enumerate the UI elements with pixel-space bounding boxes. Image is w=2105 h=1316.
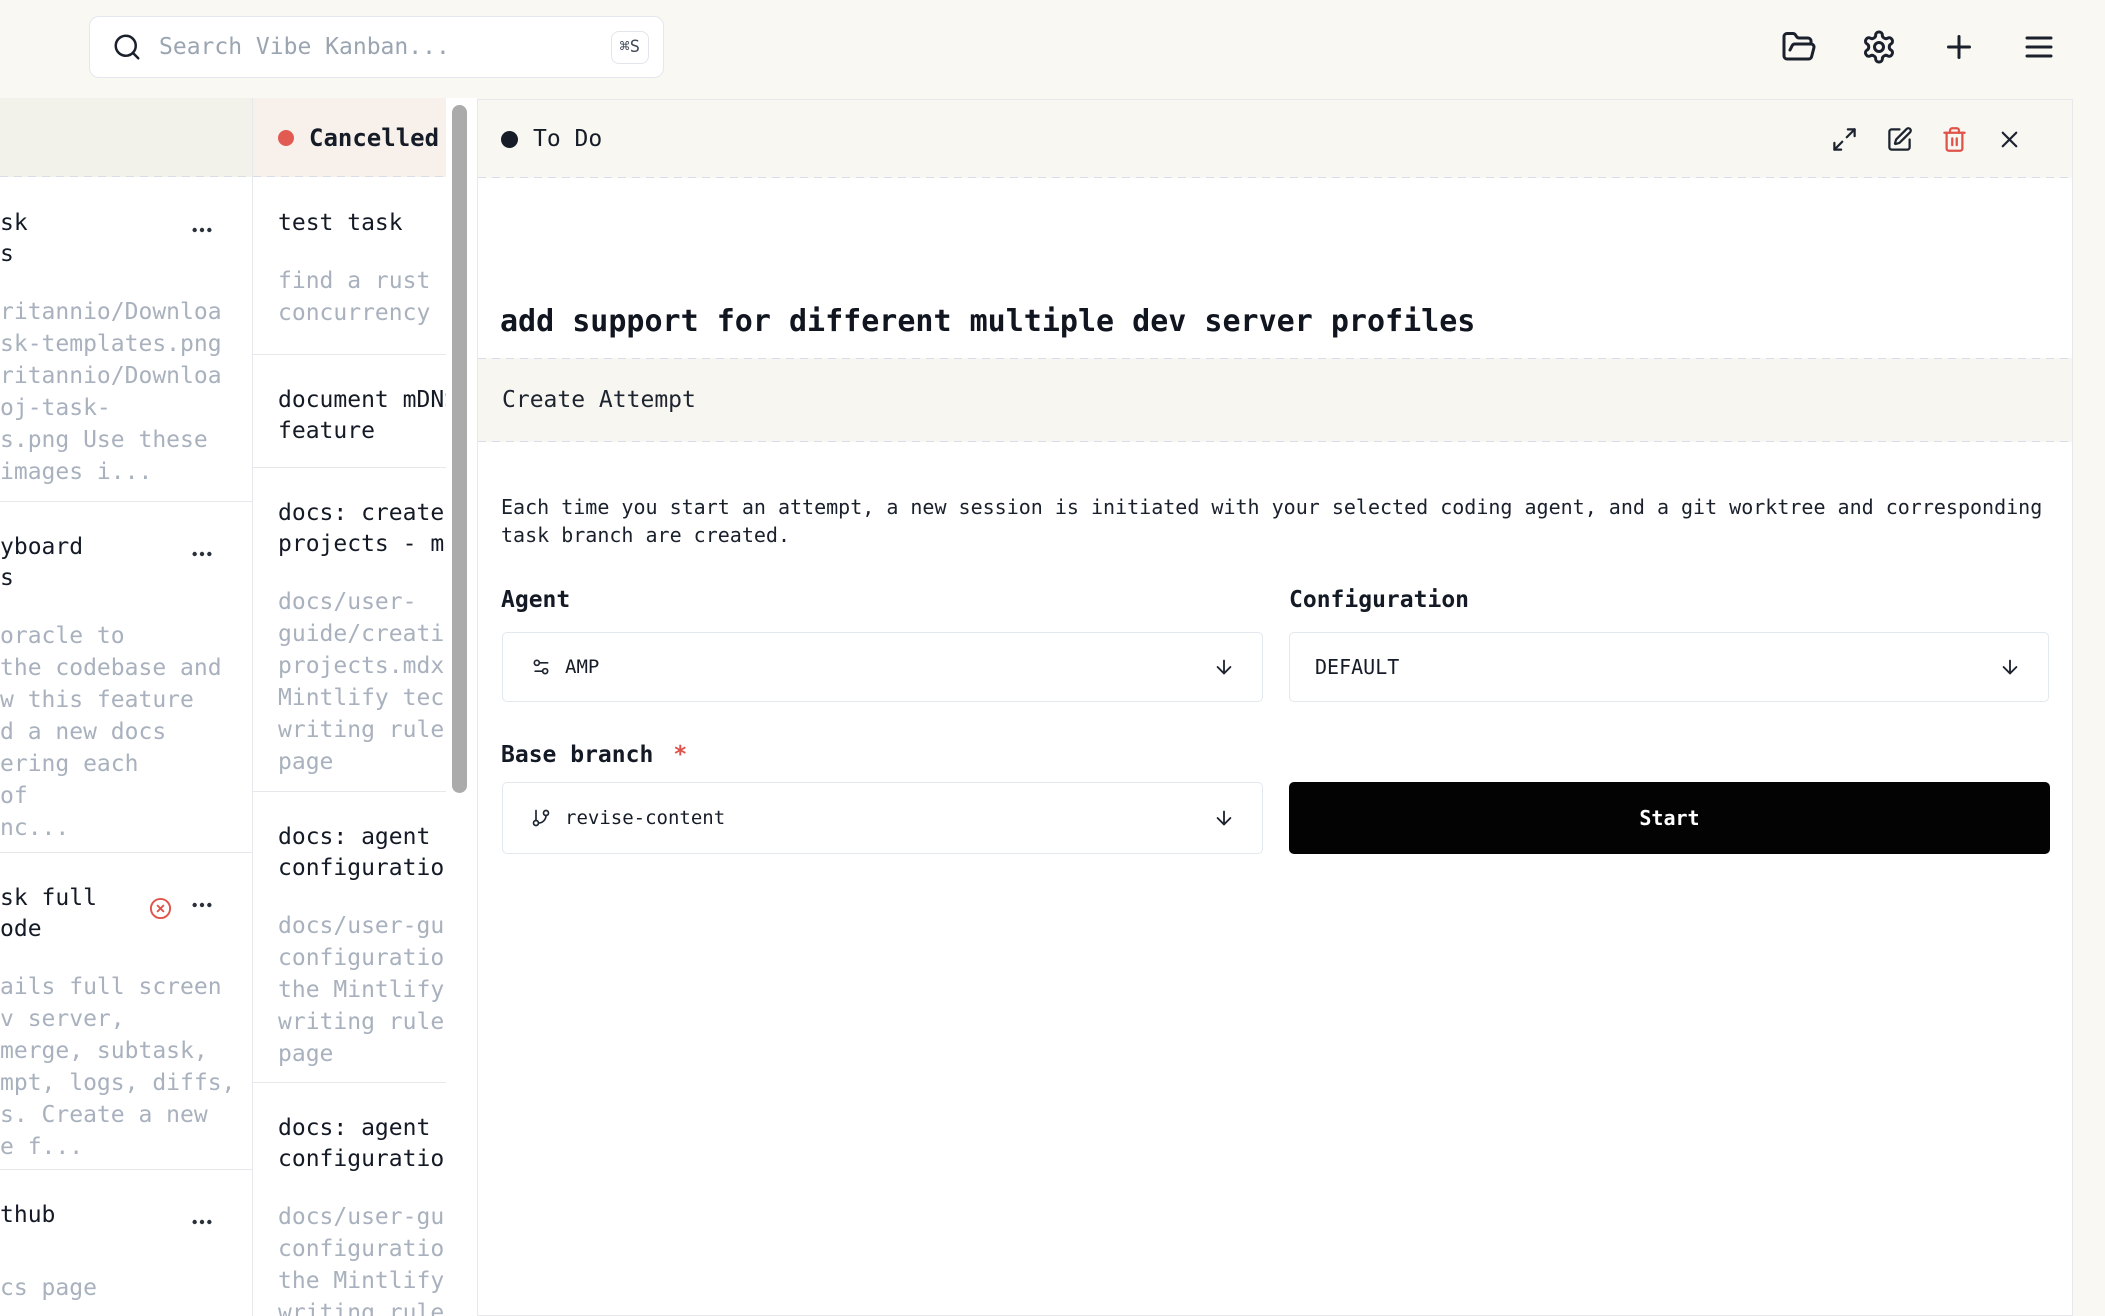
configuration-select[interactable]: DEFAULT (1289, 632, 2049, 702)
sliders-icon (533, 659, 549, 675)
more-menu-icon[interactable] (191, 901, 213, 909)
search-box[interactable]: ⌘S (89, 16, 664, 78)
task-card-title: thub (0, 1202, 56, 1228)
task-card[interactable]: document mDNS feature (253, 355, 446, 468)
task-card-description: docs/user-gu configuration the Mintlify … (278, 913, 446, 1067)
expand-icon[interactable] (1831, 126, 1858, 153)
task-card[interactable]: thub cs page (0, 1170, 252, 1316)
configuration-label: Configuration (1289, 587, 1470, 613)
task-card[interactable]: sk full ode ails full screen v server, m… (0, 853, 252, 1170)
arrow-down-icon (1216, 659, 1232, 675)
task-card-description: find a rust fi concurrency (278, 268, 446, 326)
task-card-title: docs: create projects - m (278, 500, 445, 557)
topbar-actions (1781, 29, 2057, 65)
task-card[interactable]: test task find a rust fi concurrency (253, 178, 446, 355)
board-scrollbar[interactable] (452, 105, 467, 793)
task-card-description: cs page (0, 1275, 97, 1301)
agent-value: AMP (565, 656, 600, 678)
task-card[interactable]: docs: create projects - m docs/user- gui… (253, 468, 446, 792)
kanban-column-cancelled: Cancelled test task find a rust fi concu… (253, 98, 446, 1316)
divider (478, 441, 2072, 442)
task-title: add support for different multiple dev s… (500, 304, 1476, 339)
task-detail-actions (1831, 100, 2023, 178)
column-header-cancelled: Cancelled (253, 98, 446, 177)
task-card[interactable]: docs: agent configuration docs/user-gu c… (253, 1083, 446, 1316)
task-card-title: sk s (0, 210, 28, 267)
git-branch-icon (532, 809, 550, 827)
task-card[interactable]: docs: agent configuration docs/user-gu c… (253, 792, 446, 1083)
create-attempt-section-header: Create Attempt (478, 358, 2072, 442)
agent-select[interactable]: AMP (502, 632, 1263, 702)
folder-open-icon[interactable] (1781, 29, 1817, 65)
required-asterisk: * (673, 742, 688, 768)
task-card-title: docs: agent configuration (278, 824, 446, 881)
trash-icon[interactable] (1941, 126, 1968, 153)
divider (478, 358, 2072, 359)
task-card-title: document mDNS feature (278, 387, 446, 444)
more-menu-icon[interactable] (191, 1218, 213, 1226)
task-detail-header: To Do (478, 100, 2072, 178)
cancelled-dot-icon (278, 129, 294, 146)
menu-icon[interactable] (2021, 29, 2057, 65)
task-card-description: ritannio/Downloa sk-templates.png ritann… (0, 299, 222, 485)
search-shortcut-badge: ⌘S (610, 30, 649, 64)
column-title: Cancelled (309, 123, 440, 152)
configuration-value: DEFAULT (1315, 655, 1400, 679)
edit-icon[interactable] (1886, 126, 1913, 153)
arrow-down-icon (2002, 659, 2018, 675)
task-detail-panel: To Do add support for different multiple… (477, 99, 2073, 1316)
kanban-column-left: sk s ritannio/Downloa sk-templates.png r… (0, 98, 252, 1316)
task-card-description: docs/user- guide/creati projects.mdx Min… (278, 589, 445, 775)
task-card-title: docs: agent configuration (278, 1115, 446, 1172)
settings-gear-icon[interactable] (1861, 29, 1897, 65)
task-card-description: ails full screen v server, merge, subtas… (0, 974, 236, 1160)
column-header-left (0, 98, 252, 177)
arrow-down-icon (1216, 810, 1232, 826)
section-title: Create Attempt (502, 387, 696, 413)
search-input[interactable] (159, 34, 611, 60)
base-branch-label: Base branch * (501, 742, 688, 768)
task-card[interactable]: yboard s oracle to the codebase and w th… (0, 502, 252, 853)
plus-icon[interactable] (1941, 29, 1977, 65)
task-card[interactable]: sk s ritannio/Downloa sk-templates.png r… (0, 178, 252, 502)
task-card-title: sk full ode (0, 885, 97, 942)
search-icon (114, 34, 140, 60)
agent-label: Agent (501, 587, 571, 613)
base-branch-select[interactable]: revise-content (502, 782, 1263, 854)
more-menu-icon[interactable] (191, 550, 213, 558)
task-card-description: oracle to the codebase and w this featur… (0, 623, 222, 841)
task-card-title: yboard s (0, 534, 84, 591)
start-button[interactable]: Start (1289, 782, 2050, 854)
cancelled-status-icon[interactable] (149, 897, 172, 920)
close-icon[interactable] (1996, 126, 2023, 153)
todo-status-dot-icon (501, 130, 518, 148)
top-bar: ⌘S (0, 0, 2105, 98)
task-card-description: docs/user-gu configuration the Mintlify … (278, 1204, 446, 1316)
task-status-label: To Do (533, 126, 603, 152)
attempt-info-text: Each time you start an attempt, a new se… (501, 495, 2043, 547)
base-branch-value: revise-content (565, 807, 726, 829)
more-menu-icon[interactable] (191, 226, 213, 234)
task-card-title: test task (278, 210, 403, 236)
divider (0, 176, 252, 177)
divider (253, 176, 446, 177)
